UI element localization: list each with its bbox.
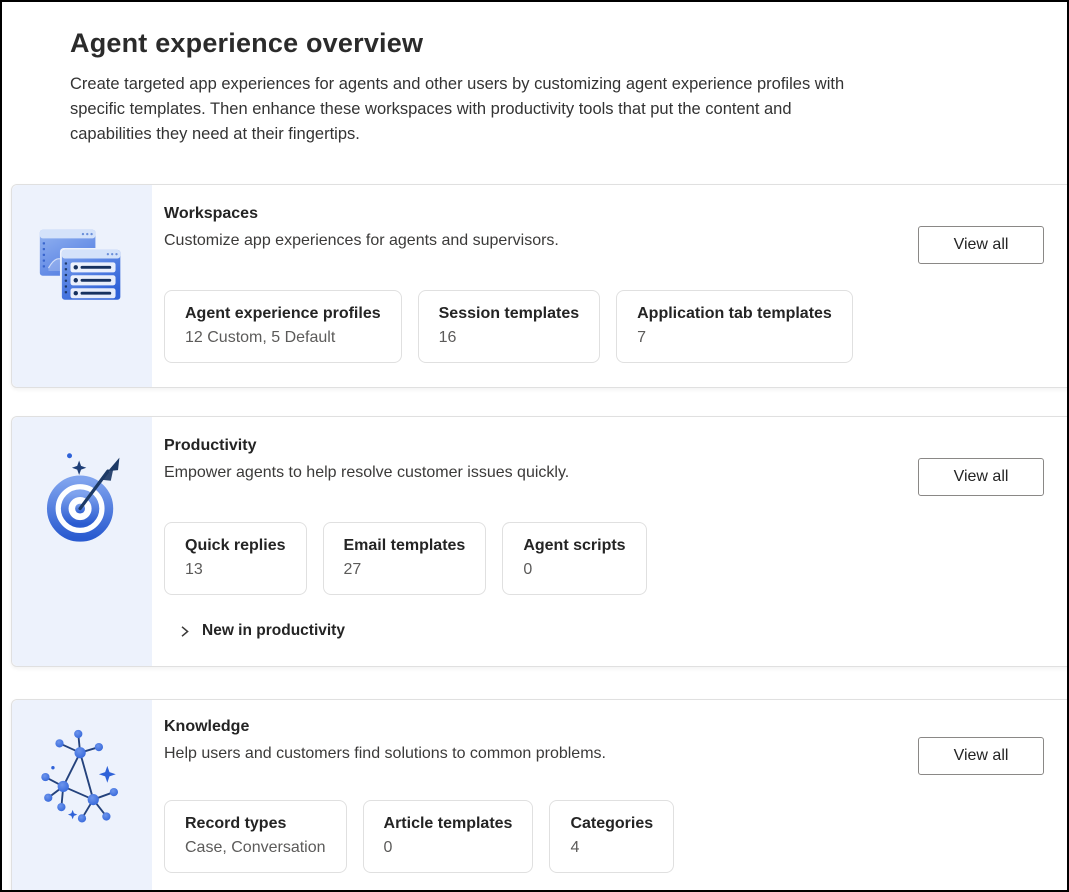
chevron-right-icon <box>178 625 191 638</box>
stat-label: Article templates <box>384 813 513 834</box>
stat-agent-scripts: Agent scripts 0 <box>502 522 646 595</box>
view-all-button[interactable]: View all <box>918 226 1044 264</box>
page-header: Agent experience overview Create targete… <box>2 2 1067 147</box>
stat-categories: Categories 4 <box>549 800 674 873</box>
card-body: Workspaces Customize app experiences for… <box>152 185 853 387</box>
view-all-button[interactable]: View all <box>918 737 1044 775</box>
card-title: Workspaces <box>164 203 853 225</box>
productivity-icon-pane <box>12 417 152 666</box>
stat-agent-experience-profiles: Agent experience profiles 12 Custom, 5 D… <box>164 290 402 363</box>
card-productivity: Productivity Empower agents to help reso… <box>11 416 1069 667</box>
stat-value: 16 <box>439 327 580 348</box>
network-graph-icon <box>37 722 127 834</box>
card-workspaces: Workspaces Customize app experiences for… <box>11 184 1069 388</box>
stat-session-templates: Session templates 16 <box>418 290 601 363</box>
stat-email-templates: Email templates 27 <box>323 522 487 595</box>
stat-value: 0 <box>384 837 513 858</box>
card-title: Knowledge <box>164 716 674 738</box>
page-title: Agent experience overview <box>70 26 1027 60</box>
stat-label: Session templates <box>439 303 580 324</box>
card-body: Knowledge Help users and customers find … <box>152 700 674 892</box>
stat-record-types: Record types Case, Conversation <box>164 800 347 873</box>
stat-label: Agent experience profiles <box>185 303 381 324</box>
stat-value: 0 <box>523 559 625 580</box>
card-title: Productivity <box>164 435 647 457</box>
stat-value: 4 <box>570 837 653 858</box>
card-description: Help users and customers find solutions … <box>164 743 674 765</box>
stat-label: Agent scripts <box>523 535 625 556</box>
stat-label: Categories <box>570 813 653 834</box>
knowledge-icon-pane <box>12 700 152 892</box>
stat-article-templates: Article templates 0 <box>363 800 534 873</box>
stat-label: Email templates <box>344 535 466 556</box>
stat-value: 13 <box>185 559 286 580</box>
page-description: Create targeted app experiences for agen… <box>70 72 865 147</box>
card-body: Productivity Empower agents to help reso… <box>152 417 647 666</box>
stat-value: 7 <box>637 327 832 348</box>
stat-label: Quick replies <box>185 535 286 556</box>
stat-row: Agent experience profiles 12 Custom, 5 D… <box>164 290 853 363</box>
stat-label: Application tab templates <box>637 303 832 324</box>
target-arrow-icon <box>34 445 130 551</box>
workspaces-icon-pane <box>12 185 152 387</box>
new-in-productivity-expander[interactable]: New in productivity <box>178 622 345 640</box>
stat-value: 27 <box>344 559 466 580</box>
card-description: Customize app experiences for agents and… <box>164 230 853 252</box>
stat-value: Case, Conversation <box>185 837 326 858</box>
view-all-button[interactable]: View all <box>918 458 1044 496</box>
expander-label: New in productivity <box>202 622 345 640</box>
stat-quick-replies: Quick replies 13 <box>164 522 307 595</box>
card-description: Empower agents to help resolve customer … <box>164 462 647 484</box>
stat-label: Record types <box>185 813 326 834</box>
app-windows-icon <box>36 225 128 315</box>
stat-row: Quick replies 13 Email templates 27 Agen… <box>164 522 647 595</box>
stat-value: 12 Custom, 5 Default <box>185 327 381 348</box>
stat-application-tab-templates: Application tab templates 7 <box>616 290 853 363</box>
page: Agent experience overview Create targete… <box>0 0 1069 892</box>
stat-row: Record types Case, Conversation Article … <box>164 800 674 873</box>
card-knowledge: Knowledge Help users and customers find … <box>11 699 1069 892</box>
